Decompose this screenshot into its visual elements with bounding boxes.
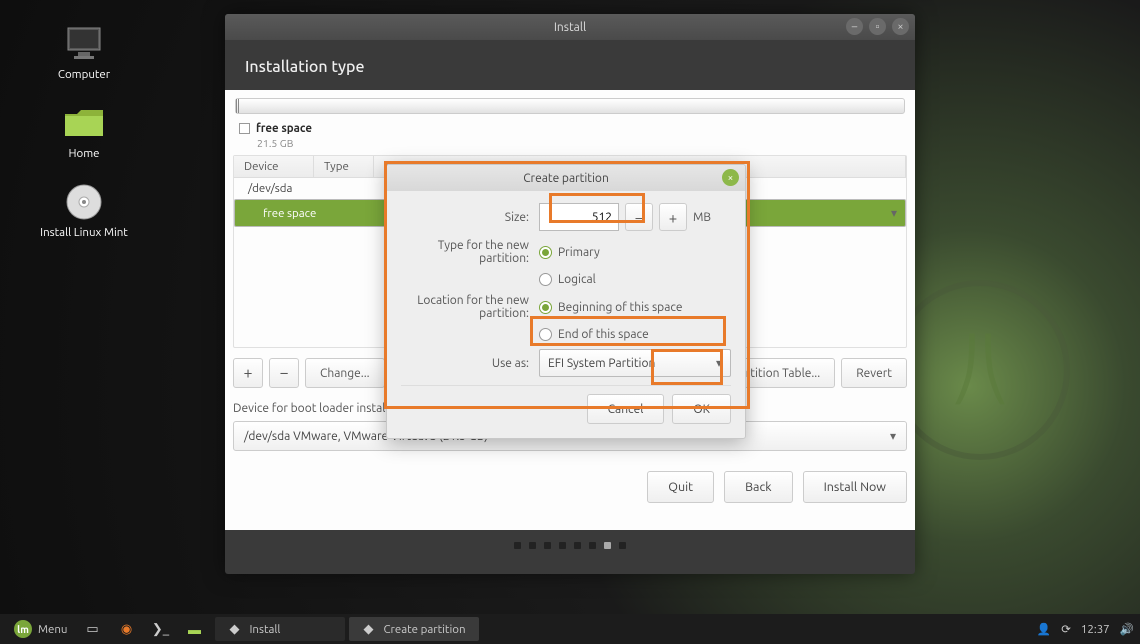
install-title: Install (554, 21, 586, 34)
size-input[interactable] (539, 203, 619, 231)
size-label: Size: (401, 211, 539, 224)
wizard-buttons: Quit Back Install Now (233, 471, 907, 503)
taskbar: lm Menu ▭ ◉ ❯_ ▬ ◆ Install ◆ Create part… (0, 614, 1140, 644)
radio-logical[interactable] (539, 273, 552, 286)
home-icon-launcher[interactable]: Home (24, 103, 144, 160)
wallpaper-logo: ⎠⎝ (890, 280, 1070, 460)
radio-begin-label: Beginning of this space (558, 301, 683, 314)
app-icon: ◆ (225, 620, 243, 638)
size-decrease-button[interactable]: − (625, 203, 653, 231)
install-heading: Installation type (245, 58, 895, 76)
use-as-select[interactable]: EFI System Partition (539, 349, 731, 377)
step-dots (225, 530, 915, 560)
radio-location-end[interactable] (539, 328, 552, 341)
folder-icon: ▬ (185, 620, 203, 638)
taskbar-task-create-partition[interactable]: ◆ Create partition (349, 617, 479, 641)
dialog-title: Create partition (523, 172, 609, 185)
install-mint-label: Install Linux Mint (40, 226, 128, 239)
dialog-close-icon[interactable]: × (722, 169, 739, 186)
install-titlebar[interactable]: Install – ▫ × (225, 14, 915, 40)
change-partition-button[interactable]: Change... (305, 358, 385, 388)
terminal-launcher[interactable]: ❯_ (143, 617, 177, 641)
legend-name: free space (256, 122, 312, 135)
type-label: Type for the new partition: (401, 239, 539, 265)
show-desktop-button[interactable]: ▭ (75, 617, 109, 641)
install-mint-launcher[interactable]: Install Linux Mint (24, 182, 144, 239)
disk-usage-bar[interactable] (235, 98, 905, 114)
radio-end-label: End of this space (558, 328, 649, 341)
taskbar-task-install[interactable]: ◆ Install (215, 617, 345, 641)
home-label: Home (68, 147, 99, 160)
maximize-button[interactable]: ▫ (869, 18, 886, 35)
system-tray: 👤 ⟳ 12:37 🔊 (1037, 622, 1134, 636)
desktop-icon: ▭ (83, 620, 101, 638)
folder-icon (62, 103, 106, 143)
app-icon: ◆ (359, 620, 377, 638)
minimize-button[interactable]: – (846, 18, 863, 35)
back-button[interactable]: Back (724, 471, 793, 503)
quit-button[interactable]: Quit (647, 471, 714, 503)
location-label: Location for the new partition: (401, 294, 539, 320)
disc-icon (62, 182, 106, 222)
firefox-icon: ◉ (117, 620, 135, 638)
row-device: /dev/sda (234, 178, 314, 199)
desktop-icons: Computer Home Install Linux Mint (24, 24, 144, 261)
use-as-label: Use as: (401, 357, 539, 370)
col-device[interactable]: Device (234, 156, 314, 177)
menu-label: Menu (38, 623, 67, 636)
close-button[interactable]: × (892, 18, 909, 35)
cancel-button[interactable]: Cancel (587, 394, 665, 424)
add-partition-button[interactable]: + (233, 358, 263, 388)
legend-size: 21.5 GB (233, 137, 907, 149)
create-partition-dialog: Create partition × Size: − + MB Type for… (386, 164, 746, 439)
ok-button[interactable]: OK (672, 394, 731, 424)
size-increase-button[interactable]: + (659, 203, 687, 231)
legend-swatch-icon (239, 123, 250, 134)
size-unit: MB (693, 211, 711, 224)
col-type[interactable]: Type (314, 156, 374, 177)
row-device: free space (243, 203, 343, 224)
disk-legend: free space (233, 120, 907, 137)
menu-button[interactable]: lm Menu (6, 617, 75, 641)
task-label: Create partition (383, 623, 465, 636)
volume-icon[interactable]: 🔊 (1120, 622, 1134, 636)
tray-user-icon[interactable]: 👤 (1037, 622, 1051, 636)
computer-label: Computer (58, 68, 110, 81)
tray-updates-icon[interactable]: ⟳ (1061, 622, 1071, 636)
dialog-titlebar[interactable]: Create partition × (387, 165, 745, 191)
revert-button[interactable]: Revert (841, 358, 907, 388)
files-launcher[interactable]: ▬ (177, 617, 211, 641)
firefox-launcher[interactable]: ◉ (109, 617, 143, 641)
radio-location-begin[interactable] (539, 301, 552, 314)
clock[interactable]: 12:37 (1081, 623, 1110, 636)
radio-primary-label: Primary (558, 246, 600, 259)
remove-partition-button[interactable]: − (269, 358, 299, 388)
computer-icon-launcher[interactable]: Computer (24, 24, 144, 81)
task-label: Install (249, 623, 280, 636)
monitor-icon (62, 24, 106, 64)
terminal-icon: ❯_ (151, 620, 169, 638)
radio-primary[interactable] (539, 246, 552, 259)
install-now-button[interactable]: Install Now (803, 471, 907, 503)
use-as-value: EFI System Partition (548, 357, 655, 370)
install-header: Installation type (225, 40, 915, 90)
mint-logo-icon: lm (14, 620, 32, 638)
radio-logical-label: Logical (558, 273, 596, 286)
